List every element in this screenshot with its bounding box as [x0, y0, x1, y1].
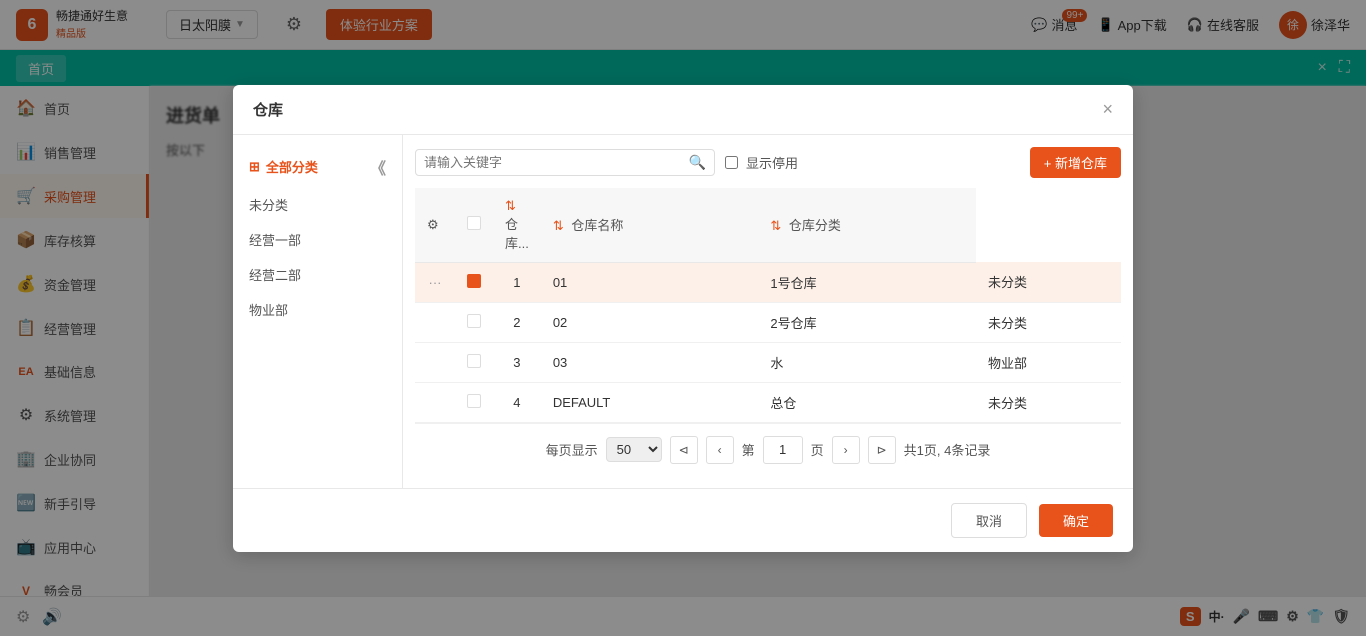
category-all[interactable]: ⊞ 全部分类 《	[233, 147, 402, 187]
table-container: ⚙ ⇅ 仓库... ⇅	[415, 188, 1121, 423]
table-row[interactable]: 3 03 水 物业部	[415, 342, 1121, 382]
gear-header-icon[interactable]: ⚙	[427, 217, 439, 232]
row-code: 01	[541, 262, 759, 302]
row-actions[interactable]	[415, 382, 455, 422]
row-num: 2	[493, 302, 541, 342]
warehouse-modal: 仓库 × ⊞ 全部分类 《 未分类 经营一部 经营二部 物业部	[233, 85, 1133, 552]
row-checkbox-cell[interactable]	[455, 262, 493, 302]
prev-page-button[interactable]: ‹	[706, 436, 734, 464]
table-row[interactable]: 2 02 2号仓库 未分类	[415, 302, 1121, 342]
row-checkbox[interactable]	[467, 394, 481, 408]
page-unit: 页	[811, 440, 824, 459]
row-category: 未分类	[976, 382, 1121, 422]
col-code[interactable]: ⇅ 仓库...	[493, 188, 541, 263]
modal-header: 仓库 ×	[233, 85, 1133, 135]
confirm-button[interactable]: 确定	[1039, 504, 1113, 537]
row-checkbox-cell[interactable]	[455, 302, 493, 342]
add-warehouse-button[interactable]: + 新增仓库	[1030, 147, 1121, 178]
col-gear: ⚙	[415, 188, 455, 263]
show-disabled-checkbox-label[interactable]: 显示停用	[725, 153, 798, 172]
col-category[interactable]: ⇅ 仓库分类	[758, 188, 976, 263]
row-category: 未分类	[976, 262, 1121, 302]
row-actions[interactable]	[415, 302, 455, 342]
search-box: 🔍	[415, 149, 715, 176]
category-collapse-button[interactable]: 《	[370, 155, 386, 179]
row-checkbox[interactable]	[467, 274, 481, 288]
table-panel: 🔍 显示停用 + 新增仓库 ⚙	[403, 135, 1133, 488]
table-header: ⚙ ⇅ 仓库... ⇅	[415, 188, 1121, 263]
row-num: 4	[493, 382, 541, 422]
show-disabled-text: 显示停用	[746, 153, 798, 172]
row-name: 1号仓库	[758, 262, 976, 302]
last-page-button[interactable]: ⊳	[868, 436, 896, 464]
per-page-label: 每页显示	[546, 440, 598, 459]
row-actions[interactable]	[415, 342, 455, 382]
category-item-ops2[interactable]: 经营二部	[233, 257, 402, 292]
sort-icon-name: ⇅	[553, 218, 564, 233]
row-actions[interactable]: ···	[415, 262, 455, 302]
row-more-icon[interactable]: ···	[429, 275, 442, 290]
category-grid-icon: ⊞	[249, 159, 260, 175]
row-checkbox[interactable]	[467, 314, 481, 328]
select-all-checkbox[interactable]	[467, 216, 481, 230]
row-category: 未分类	[976, 302, 1121, 342]
table-row[interactable]: 4 DEFAULT 总仓 未分类	[415, 382, 1121, 422]
modal-close-button[interactable]: ×	[1102, 99, 1113, 120]
row-name: 2号仓库	[758, 302, 976, 342]
row-name: 总仓	[758, 382, 976, 422]
row-code: 02	[541, 302, 759, 342]
search-input[interactable]	[424, 155, 689, 170]
first-page-button[interactable]: ⊲	[670, 436, 698, 464]
row-num: 1	[493, 262, 541, 302]
category-item-property[interactable]: 物业部	[233, 292, 402, 327]
row-category: 物业部	[976, 342, 1121, 382]
warehouse-table: ⚙ ⇅ 仓库... ⇅	[415, 188, 1121, 423]
col-checkbox	[455, 188, 493, 263]
page-input[interactable]	[763, 436, 803, 464]
modal-overlay: 仓库 × ⊞ 全部分类 《 未分类 经营一部 经营二部 物业部	[0, 0, 1366, 636]
category-panel: ⊞ 全部分类 《 未分类 经营一部 经营二部 物业部	[233, 135, 403, 488]
row-code: DEFAULT	[541, 382, 759, 422]
page-label: 第	[742, 440, 755, 459]
search-icon[interactable]: 🔍	[689, 154, 706, 171]
row-checkbox-cell[interactable]	[455, 382, 493, 422]
category-item-ops1[interactable]: 经营一部	[233, 222, 402, 257]
row-code: 03	[541, 342, 759, 382]
modal-title: 仓库	[253, 99, 283, 120]
modal-footer: 取消 确定	[233, 488, 1133, 552]
row-num: 3	[493, 342, 541, 382]
category-item-unclassified[interactable]: 未分类	[233, 187, 402, 222]
total-info: 共1页, 4条记录	[904, 440, 991, 459]
col-name[interactable]: ⇅ 仓库名称	[541, 188, 759, 263]
modal-body: ⊞ 全部分类 《 未分类 经营一部 经营二部 物业部 🔍	[233, 135, 1133, 488]
row-name: 水	[758, 342, 976, 382]
category-all-label: 全部分类	[266, 157, 318, 176]
sort-icon-category: ⇅	[770, 218, 781, 233]
next-page-button[interactable]: ›	[832, 436, 860, 464]
cancel-button[interactable]: 取消	[951, 503, 1027, 538]
table-row[interactable]: ··· 1 01 1号仓库 未分类	[415, 262, 1121, 302]
table-body: ··· 1 01 1号仓库 未分类 2 02 2号仓库 未分类	[415, 262, 1121, 422]
pagination-bar: 每页显示 50 100 200 ⊲ ‹ 第 页 › ⊳ 共1页, 4条记录	[415, 423, 1121, 476]
show-disabled-checkbox[interactable]	[725, 156, 738, 169]
row-checkbox-cell[interactable]	[455, 342, 493, 382]
row-checkbox[interactable]	[467, 354, 481, 368]
per-page-select[interactable]: 50 100 200	[606, 437, 662, 462]
sort-icon-code: ⇅	[505, 198, 516, 213]
table-toolbar: 🔍 显示停用 + 新增仓库	[415, 147, 1121, 178]
